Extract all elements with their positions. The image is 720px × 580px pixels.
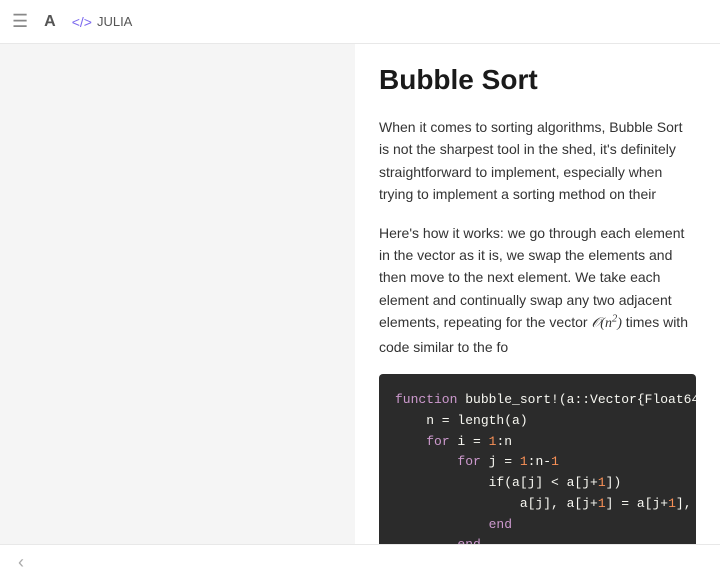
page-title: Bubble Sort [379,64,696,96]
content-area: Bubble Sort When it comes to sorting alg… [355,44,720,544]
bottom-navigation: ‹ [0,544,720,580]
julia-label: JULIA [97,14,132,29]
code-brackets-icon: </> [72,14,92,30]
toolbar: ☰ A </> JULIA [0,0,720,44]
code-line-1: function bubble_sort!(a::Vector{Float64}… [395,390,680,411]
menu-icon[interactable]: ☰ [12,11,28,32]
font-icon[interactable]: A [44,13,56,31]
code-block: function bubble_sort!(a::Vector{Float64}… [379,374,696,544]
math-expression: 𝒪(n2) [591,316,621,331]
paragraph-2: Here's how it works: we go through each … [379,222,696,358]
main-content: Bubble Sort When it comes to sorting alg… [0,44,720,544]
julia-language-selector[interactable]: </> JULIA [72,14,133,30]
code-line-8: end [395,535,680,544]
paragraph-1: When it comes to sorting algorithms, Bub… [379,116,696,206]
code-line-6: a[j], a[j+1] = a[j+1], a[j [395,494,680,515]
code-line-2: n = length(a) [395,411,680,432]
code-line-5: if(a[j] < a[j+1]) [395,473,680,494]
code-line-3: for i = 1:n [395,432,680,453]
code-line-7: end [395,515,680,536]
prev-arrow[interactable]: ‹ [12,550,30,575]
code-line-4: for j = 1:n-1 [395,452,680,473]
sidebar [0,44,355,544]
